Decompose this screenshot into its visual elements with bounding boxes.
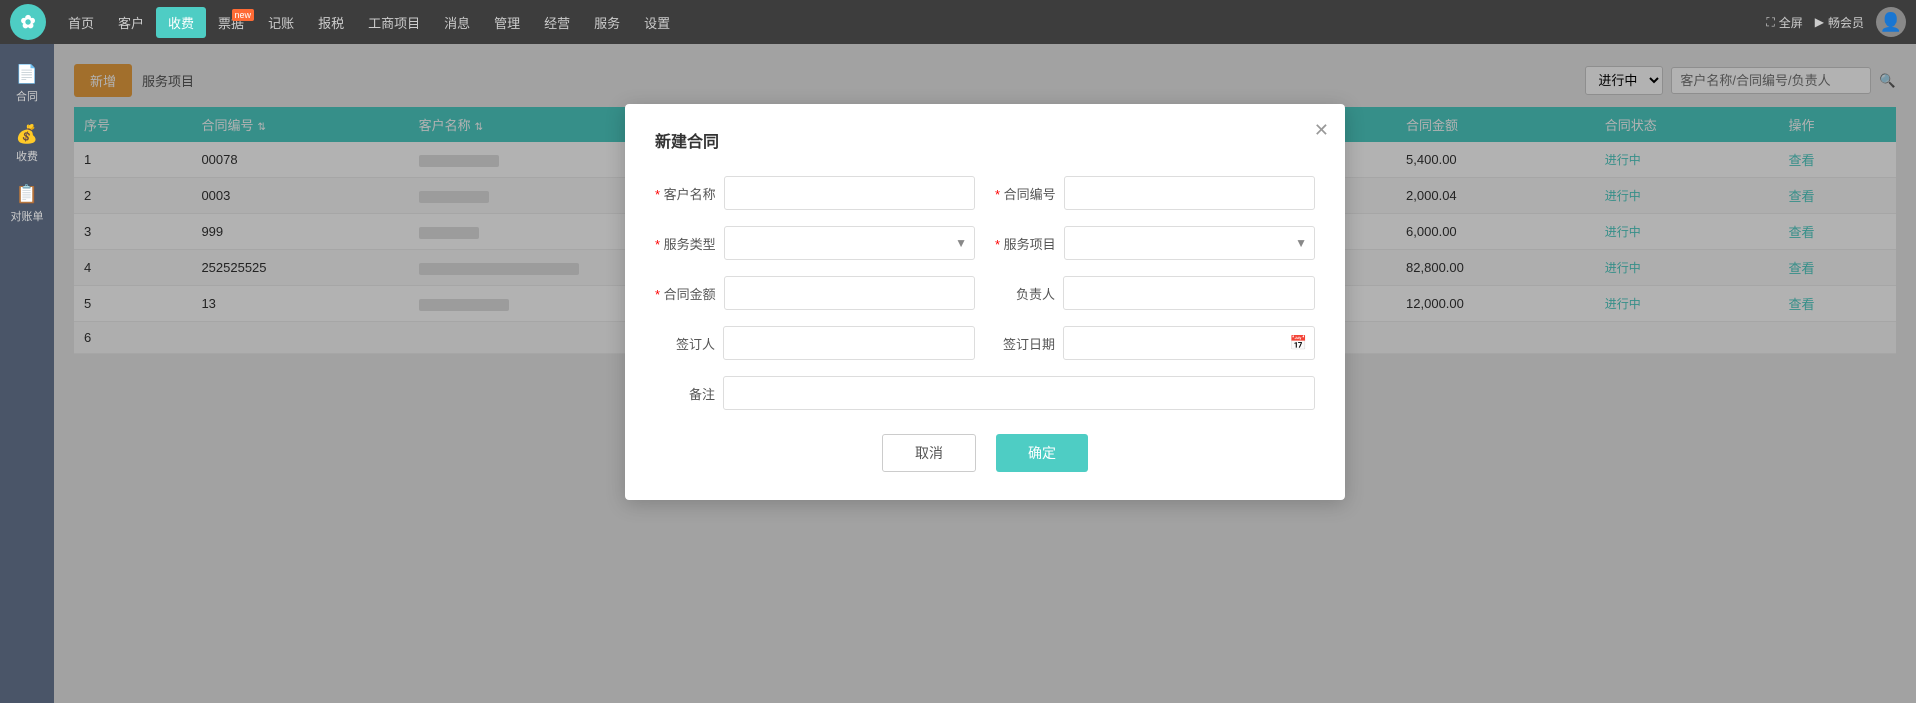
main-area: 📄 合同 💰 收费 📋 对账单 新增 服务项目 进行中 已完成 已取消: [0, 44, 1916, 703]
service-type-select[interactable]: [724, 226, 975, 260]
nav-item-settings[interactable]: 设置: [632, 7, 682, 38]
sign-date-label: 签订日期: [995, 334, 1055, 353]
nav-right-section: ⛶ 全屏 ▶ 畅会员 👤: [1766, 7, 1906, 37]
form-group-remarks: 备注: [655, 376, 1315, 410]
play-icon: ▶: [1815, 15, 1824, 29]
nav-item-management[interactable]: 管理: [482, 7, 532, 38]
signer-label: 签订人: [655, 334, 715, 353]
form-row-1: 客户名称 合同编号: [655, 176, 1315, 210]
service-item-select[interactable]: [1064, 226, 1315, 260]
top-navigation: ✿ 首页 客户 收费 票据 new 记账 报税 工商项目 消息 管理 经营 服务…: [0, 0, 1916, 44]
customer-name-input[interactable]: [724, 176, 975, 210]
sidebar-item-fee[interactable]: 💰 收费: [0, 114, 54, 174]
nav-item-customer[interactable]: 客户: [106, 7, 156, 38]
contract-no-label: 合同编号: [995, 184, 1056, 203]
nav-menu: 首页 客户 收费 票据 new 记账 报税 工商项目 消息 管理 经营 服务 设…: [56, 7, 1766, 38]
sidebar: 📄 合同 💰 收费 📋 对账单: [0, 44, 54, 703]
service-type-label: 服务类型: [655, 234, 716, 253]
service-item-label: 服务项目: [995, 234, 1056, 253]
nav-item-bill[interactable]: 票据 new: [206, 7, 256, 38]
service-item-select-wrap: ▼: [1064, 226, 1315, 260]
customer-name-label: 客户名称: [655, 184, 716, 203]
contract-icon: 📄: [16, 64, 38, 85]
form-group-sign-date: 签订日期 2023-06-06 📅: [995, 326, 1315, 360]
sidebar-item-contract[interactable]: 📄 合同: [0, 54, 54, 114]
person-in-charge-label: 负责人: [995, 284, 1055, 303]
fullscreen-icon: ⛶: [1766, 15, 1774, 30]
sidebar-item-statement[interactable]: 📋 对账单: [0, 174, 54, 234]
new-contract-modal: ✕ 新建合同 客户名称 合同编号 服务类型: [625, 104, 1345, 500]
app-logo: ✿: [10, 4, 46, 40]
confirm-button[interactable]: 确定: [996, 434, 1088, 472]
form-row-4: 签订人 签订日期 2023-06-06 📅: [655, 326, 1315, 360]
modal-close-button[interactable]: ✕: [1314, 120, 1329, 141]
sign-date-input-wrap: 2023-06-06 📅: [1063, 326, 1315, 360]
nav-item-message[interactable]: 消息: [432, 7, 482, 38]
amount-label: 合同金额: [655, 284, 716, 303]
user-avatar[interactable]: 👤: [1876, 7, 1906, 37]
fullscreen-button[interactable]: ⛶ 全屏: [1766, 14, 1802, 31]
nav-item-service[interactable]: 服务: [582, 7, 632, 38]
sign-date-input[interactable]: 2023-06-06: [1063, 326, 1315, 360]
form-group-contract-no: 合同编号: [995, 176, 1315, 210]
cancel-button[interactable]: 取消: [882, 434, 976, 472]
amount-input[interactable]: 0.00: [724, 276, 975, 310]
form-row-2: 服务类型 ▼ 服务项目 ▼: [655, 226, 1315, 260]
remarks-input[interactable]: [723, 376, 1315, 410]
form-row-5: 备注: [655, 376, 1315, 410]
content-area: 新增 服务项目 进行中 已完成 已取消 🔍 序号 合同编号⇅ 客: [54, 44, 1916, 703]
form-group-service-type: 服务类型 ▼: [655, 226, 975, 260]
modal-overlay: ✕ 新建合同 客户名称 合同编号 服务类型: [54, 44, 1916, 703]
remarks-label: 备注: [655, 384, 715, 403]
contract-no-input[interactable]: [1064, 176, 1315, 210]
fee-icon: 💰: [16, 124, 38, 145]
form-group-person: 负责人: [995, 276, 1315, 310]
form-group-amount: 合同金额 0.00: [655, 276, 975, 310]
nav-item-home[interactable]: 首页: [56, 7, 106, 38]
signer-input[interactable]: [723, 326, 975, 360]
nav-item-business[interactable]: 工商项目: [356, 7, 432, 38]
nav-item-bookkeeping[interactable]: 记账: [256, 7, 306, 38]
statement-icon: 📋: [16, 184, 38, 205]
new-badge: new: [232, 9, 255, 21]
modal-footer: 取消 确定: [655, 434, 1315, 472]
nav-item-tax[interactable]: 报税: [306, 7, 356, 38]
member-button[interactable]: ▶ 畅会员: [1815, 14, 1864, 31]
person-in-charge-input[interactable]: [1063, 276, 1315, 310]
form-row-3: 合同金额 0.00 负责人: [655, 276, 1315, 310]
form-group-customer: 客户名称: [655, 176, 975, 210]
service-type-select-wrap: ▼: [724, 226, 975, 260]
form-group-signer: 签订人: [655, 326, 975, 360]
nav-item-operation[interactable]: 经营: [532, 7, 582, 38]
modal-title: 新建合同: [655, 128, 1315, 152]
form-group-service-item: 服务项目 ▼: [995, 226, 1315, 260]
nav-item-fee[interactable]: 收费: [156, 7, 206, 38]
